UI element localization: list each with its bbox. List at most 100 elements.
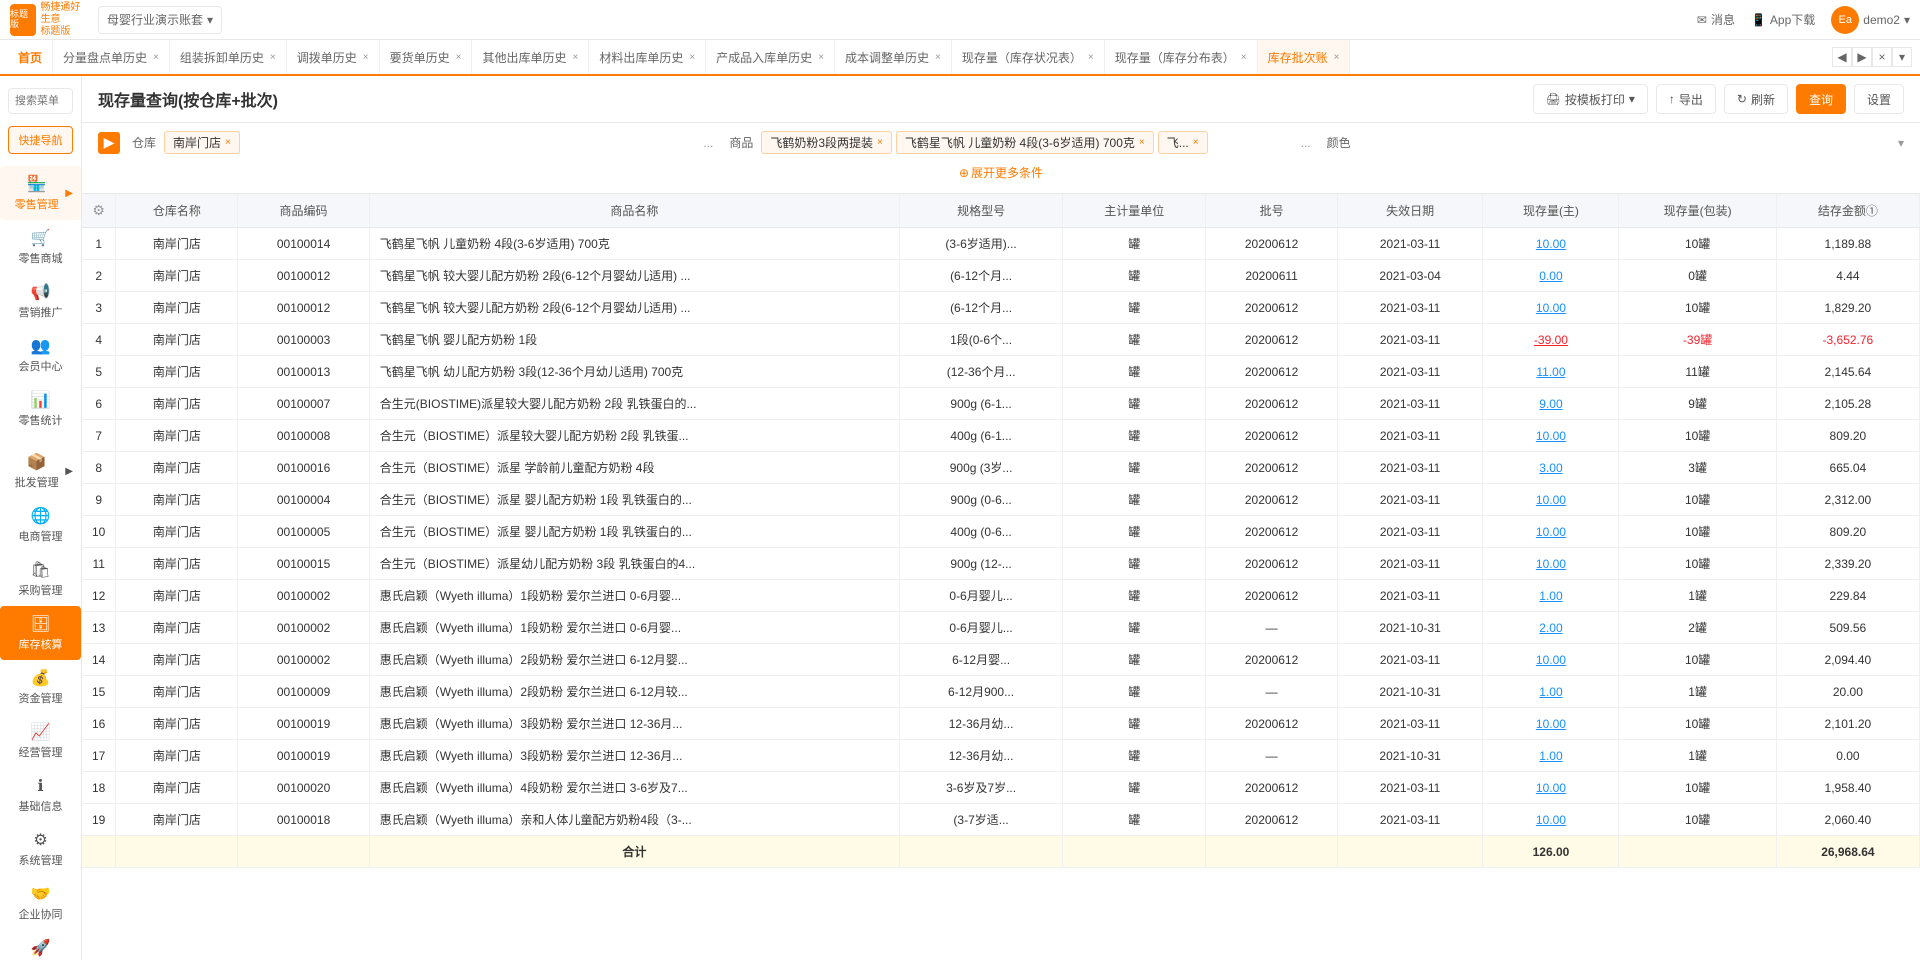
row-qty-main[interactable]: -39.00: [1483, 324, 1619, 356]
sidebar-item-retail-mall[interactable]: 🛒 零售商城: [0, 220, 81, 274]
row-qty-main[interactable]: 10.00: [1483, 548, 1619, 580]
close-icon[interactable]: ×: [153, 52, 159, 63]
tab-active[interactable]: 库存批次账 ×: [1258, 40, 1351, 75]
refresh-button[interactable]: ↻ 刷新: [1724, 84, 1788, 114]
row-spec: (6-12个月...: [899, 292, 1062, 324]
settings-icon[interactable]: ⚙: [92, 202, 105, 218]
export-button[interactable]: ↑ 导出: [1656, 84, 1716, 114]
top-bar: 标题版 畅捷通好生意 标题版 母婴行业演示账套 ▾ ✉ 消息 📱 App下载 E…: [0, 0, 1920, 40]
sidebar-item-member[interactable]: 👥 会员中心: [0, 328, 81, 382]
close-icon[interactable]: ×: [818, 52, 824, 63]
tab-7[interactable]: 产成品入库单历史 ×: [706, 40, 835, 75]
sidebar-item-purchase[interactable]: 🛍 采购管理: [0, 552, 81, 606]
row-qty-main[interactable]: 10.00: [1483, 228, 1619, 260]
row-spec: 12-36月幼...: [899, 708, 1062, 740]
nav-prev-arrow[interactable]: ◀: [1832, 47, 1852, 67]
tab-2[interactable]: 组装拆卸单历史 ×: [170, 40, 287, 75]
tab-1[interactable]: 分量盘点单历史 ×: [53, 40, 170, 75]
tab-5[interactable]: 其他出库单历史 ×: [472, 40, 589, 75]
row-qty-pack: 10罐: [1619, 644, 1776, 676]
close-icon[interactable]: ×: [1088, 52, 1094, 63]
sidebar-item-wholesale[interactable]: 📦 批发管理 ▶: [0, 444, 81, 498]
app-download-button[interactable]: 📱 App下载: [1751, 11, 1815, 28]
row-qty-main[interactable]: 1.00: [1483, 740, 1619, 772]
sidebar-item-finance[interactable]: 💰 资金管理: [0, 660, 81, 714]
sidebar-item-guide[interactable]: 🚀 新手引导: [0, 930, 81, 960]
close-icon[interactable]: ×: [363, 52, 369, 63]
tab-10[interactable]: 现存量（库存分布表） ×: [1105, 40, 1258, 75]
row-qty-main[interactable]: 2.00: [1483, 612, 1619, 644]
query-button[interactable]: 查询: [1796, 84, 1846, 114]
row-amount: 0.00: [1776, 740, 1919, 772]
close-icon[interactable]: ×: [270, 52, 276, 63]
row-name: 合生元（BIOSTIME）派星 婴儿配方奶粉 1段 乳铁蛋白的...: [369, 484, 899, 516]
sidebar-item-marketing[interactable]: 📢 营销推广: [0, 274, 81, 328]
quick-nav-button[interactable]: 快捷导航: [8, 126, 73, 154]
row-name: 合生元(BIOSTIME)派星较大婴儿配方奶粉 2段 乳铁蛋白的...: [369, 388, 899, 420]
nav-menu[interactable]: ▾: [1892, 47, 1912, 67]
filter-expand-toggle[interactable]: ▶: [98, 132, 120, 154]
product-tag-1[interactable]: 飞鹤奶粉3段两提装 ×: [761, 131, 892, 154]
row-qty-main[interactable]: 10.00: [1483, 420, 1619, 452]
color-dropdown-icon[interactable]: ▾: [1898, 136, 1904, 150]
sidebar-item-enterprise[interactable]: 🤝 企业协同: [0, 876, 81, 930]
row-qty-main[interactable]: 1.00: [1483, 580, 1619, 612]
expand-more-button[interactable]: ⊕ 展开更多条件: [959, 160, 1043, 185]
sidebar-item-ecommerce[interactable]: 🌐 电商管理: [0, 498, 81, 552]
sidebar-item-basic-info[interactable]: ℹ 基础信息: [0, 768, 81, 822]
tag-close-icon[interactable]: ×: [225, 137, 231, 148]
settings-button[interactable]: 设置: [1854, 84, 1904, 114]
nav-next-arrow[interactable]: ▶: [1852, 47, 1872, 67]
row-qty-main[interactable]: 10.00: [1483, 516, 1619, 548]
row-qty-pack: 3罐: [1619, 452, 1776, 484]
close-icon[interactable]: ×: [456, 52, 462, 63]
industry-select[interactable]: 母婴行业演示账套 ▾: [98, 6, 222, 34]
sidebar-item-system[interactable]: ⚙ 系统管理: [0, 822, 81, 876]
template-print-button[interactable]: 🖨 按模板打印 ▾: [1533, 84, 1648, 114]
col-settings[interactable]: ⚙: [82, 194, 116, 228]
row-qty-main[interactable]: 10.00: [1483, 708, 1619, 740]
sidebar-item-retail-stats[interactable]: 📊 零售统计: [0, 382, 81, 436]
warehouse-tag-1[interactable]: 南岸门店 ×: [164, 131, 240, 154]
close-icon[interactable]: ×: [935, 52, 941, 63]
tag-close-icon[interactable]: ×: [1139, 137, 1145, 148]
content-area: 现存量查询(按仓库+批次) 🖨 按模板打印 ▾ ↑ 导出 ↻ 刷新 查询 设置: [82, 76, 1920, 960]
row-qty-main[interactable]: 10.00: [1483, 804, 1619, 836]
warehouse-filter-tags: 南岸门店 ×: [164, 131, 695, 154]
tag-close-icon[interactable]: ×: [1193, 137, 1199, 148]
close-icon[interactable]: ×: [689, 52, 695, 63]
close-icon[interactable]: ×: [572, 52, 578, 63]
tab-home[interactable]: 首页: [8, 40, 53, 75]
product-more[interactable]: ...: [1301, 136, 1311, 150]
row-qty-main[interactable]: 3.00: [1483, 452, 1619, 484]
sidebar-item-operations[interactable]: 📈 经营管理: [0, 714, 81, 768]
tab-6[interactable]: 材料出库单历史 ×: [589, 40, 706, 75]
user-menu[interactable]: Ea demo2 ▾: [1831, 6, 1910, 34]
row-qty-main[interactable]: 0.00: [1483, 260, 1619, 292]
row-qty-main[interactable]: 11.00: [1483, 356, 1619, 388]
expand-icon[interactable]: ▶: [98, 132, 120, 154]
messages-button[interactable]: ✉ 消息: [1697, 11, 1735, 28]
tab-3[interactable]: 调拨单历史 ×: [287, 40, 380, 75]
row-qty-main[interactable]: 9.00: [1483, 388, 1619, 420]
sidebar-item-inventory[interactable]: 🗄 库存核算: [0, 606, 81, 660]
row-qty-main[interactable]: 10.00: [1483, 292, 1619, 324]
tag-close-icon[interactable]: ×: [877, 137, 883, 148]
search-input[interactable]: [8, 88, 73, 114]
sidebar-item-retail-mgmt[interactable]: 🏪 零售管理 ▶: [0, 166, 81, 220]
nav-close-all[interactable]: ×: [1872, 47, 1892, 67]
warehouse-more[interactable]: ...: [703, 136, 713, 150]
logo-text: 畅捷通好生意 标题版: [40, 2, 90, 38]
row-qty-main[interactable]: 10.00: [1483, 484, 1619, 516]
product-tag-2[interactable]: 飞鹤星飞帆 儿童奶粉 4段(3-6岁适用) 700克 ×: [896, 131, 1154, 154]
row-qty-main[interactable]: 10.00: [1483, 772, 1619, 804]
tab-8[interactable]: 成本调整单历史 ×: [835, 40, 952, 75]
tab-4[interactable]: 要货单历史 ×: [380, 40, 473, 75]
close-icon[interactable]: ×: [1334, 52, 1340, 63]
close-icon[interactable]: ×: [1241, 52, 1247, 63]
row-qty-main[interactable]: 10.00: [1483, 644, 1619, 676]
tab-9[interactable]: 现存量（库存状况表） ×: [952, 40, 1105, 75]
product-tag-3[interactable]: 飞... ×: [1158, 131, 1208, 154]
table-row: 15 南岸门店 00100009 惠氏启颖（Wyeth illuma）2段奶粉 …: [82, 676, 1920, 708]
row-qty-main[interactable]: 1.00: [1483, 676, 1619, 708]
